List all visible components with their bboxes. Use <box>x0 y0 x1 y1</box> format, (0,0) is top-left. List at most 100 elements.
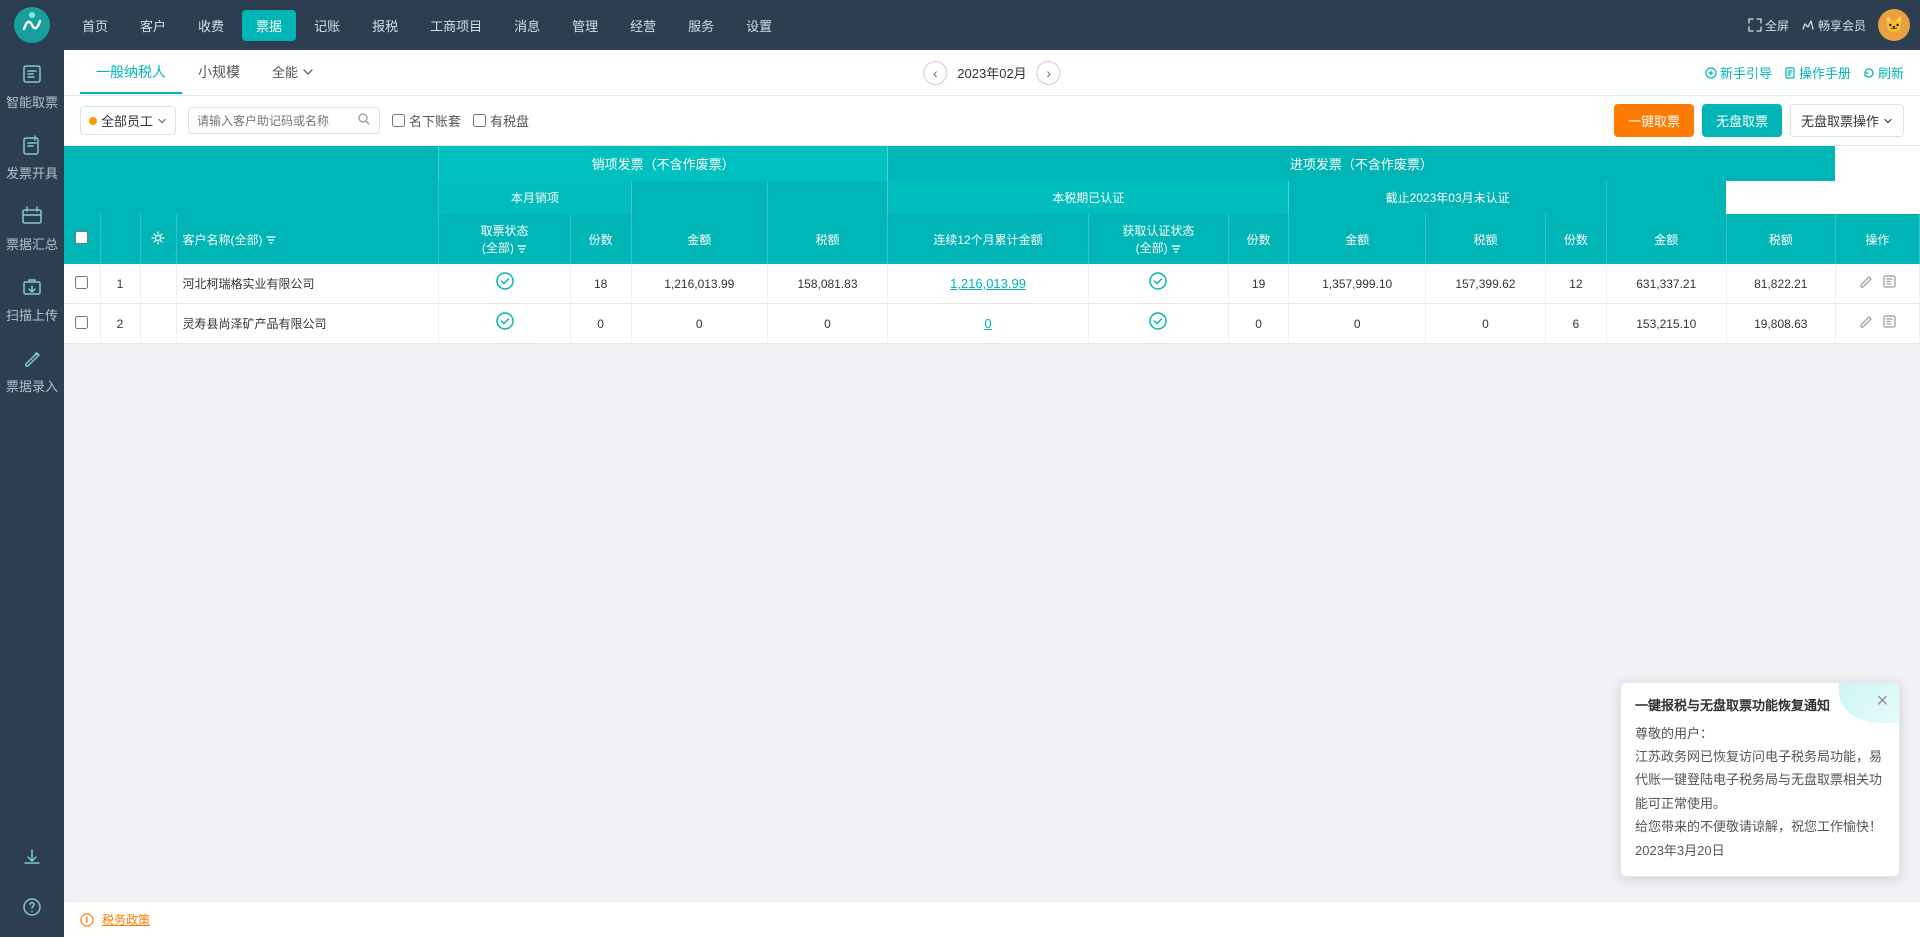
check-my-accounts-input[interactable] <box>392 114 405 127</box>
col-seq <box>100 214 140 264</box>
sidebar: 智能取票 发票开具 票据汇总 扫描上传 票据录入 <box>0 0 64 937</box>
search-input[interactable] <box>197 114 357 128</box>
nav-service[interactable]: 服务 <box>674 10 728 41</box>
row-edit-btn[interactable] <box>1858 316 1877 333</box>
top-nav: 首页 客户 收费 票据 记账 报税 工商项目 消息 管理 经营 服务 设置 全屏… <box>64 0 1920 50</box>
sidebar-download-btn[interactable] <box>12 837 52 877</box>
one-click-fetch-btn[interactable]: 一键取票 <box>1614 104 1694 137</box>
invoice-open-icon <box>18 131 46 159</box>
filter-bar: 全部员工 名下账套 有税盘 一键取票 无盘取票 无盘取票 <box>64 96 1920 146</box>
sub-empty <box>64 181 439 214</box>
popup-close-btn[interactable]: ✕ <box>1876 691 1889 711</box>
popup-line-1: 江苏政务网已恢复访问电子税务局功能，易代账一键登陆电子税务局与无盘取票相关功能可… <box>1635 745 1885 815</box>
table-column-header: 客户名称(全部) 取票状态(全部) 份数 金额 税额 连续12个月累计金额 获取… <box>64 214 1920 264</box>
group-empty <box>64 146 439 181</box>
sub-tabs: 一般纳税人 小规模 全能 ‹ 2023年02月 › 新手引导 操作手册 <box>64 50 1920 96</box>
employee-dropdown-icon <box>157 116 167 126</box>
search-button[interactable] <box>357 112 371 129</box>
settings-icon[interactable] <box>151 231 165 245</box>
row-cert-amount: 0 <box>1289 304 1425 344</box>
col-settings <box>140 214 176 264</box>
sidebar-item-scan-upload[interactable]: 扫描上传 <box>0 263 64 334</box>
tax-policy-link[interactable]: 税务政策 <box>102 911 150 928</box>
row-settings <box>140 264 176 304</box>
invoice-entry-icon <box>18 344 46 372</box>
employee-dot <box>89 117 97 125</box>
check-has-tax-disk-input[interactable] <box>473 114 486 127</box>
user-avatar[interactable]: 🐱 <box>1878 9 1910 41</box>
popup-body: 尊敬的用户： 江苏政务网已恢复访问电子税务局功能，易代账一键登陆电子税务局与无盘… <box>1635 722 1885 862</box>
row-check[interactable] <box>64 304 100 344</box>
row-cert-status <box>1089 264 1229 304</box>
sidebar-item-invoice-open[interactable]: 发票开具 <box>0 121 64 192</box>
nav-invoice[interactable]: 票据 <box>242 10 296 41</box>
tab-general[interactable]: 一般纳税人 <box>80 52 182 94</box>
sub-12month <box>631 181 767 214</box>
fetch-status-filter-icon[interactable] <box>517 244 527 254</box>
row-check[interactable] <box>64 264 100 304</box>
col-uncert-amount: 金额 <box>1606 214 1726 264</box>
table-row: 2 灵寿县尚泽矿产品有限公司 0 0 0 0 0 0 0 6 153,215.1… <box>64 304 1920 344</box>
row-cert-tax: 157,399.62 <box>1425 264 1545 304</box>
sub-uncertified: 截止2023年03月未认证 <box>1289 181 1606 214</box>
row-12month[interactable]: 0 <box>888 304 1089 344</box>
col-sale-count: 份数 <box>570 214 631 264</box>
tab-small[interactable]: 小规模 <box>182 52 256 94</box>
row-checkbox[interactable] <box>75 276 88 289</box>
row-sale-amount: 1,216,013.99 <box>631 264 767 304</box>
row-sale-count: 18 <box>570 264 631 304</box>
sidebar-item-invoice-entry[interactable]: 票据录入 <box>0 334 64 405</box>
period-next-btn[interactable]: › <box>1037 61 1061 85</box>
nav-manage[interactable]: 管理 <box>558 10 612 41</box>
nav-operation[interactable]: 经营 <box>616 10 670 41</box>
sidebar-item-invoice-summary[interactable]: 票据汇总 <box>0 192 64 263</box>
nav-customer[interactable]: 客户 <box>126 10 180 41</box>
sidebar-help-btn[interactable] <box>12 887 52 927</box>
notification-popup: ✕ 一键报税与无盘取票功能恢复通知 尊敬的用户： 江苏政务网已恢复访问电子税务局… <box>1620 682 1900 877</box>
col-uncert-count: 份数 <box>1545 214 1606 264</box>
row-fetch-status <box>439 264 570 304</box>
refresh-btn[interactable]: 刷新 <box>1863 63 1904 82</box>
row-checkbox[interactable] <box>75 316 88 329</box>
row-12month[interactable]: 1,216,013.99 <box>888 264 1089 304</box>
sidebar-item-smart-fetch[interactable]: 智能取票 <box>0 50 64 121</box>
row-uncert-count: 6 <box>1545 304 1606 344</box>
row-action <box>1835 264 1919 304</box>
no-disk-ops-btn[interactable]: 无盘取票操作 <box>1790 104 1904 137</box>
no-disk-fetch-btn[interactable]: 无盘取票 <box>1702 104 1782 137</box>
row-view-btn[interactable] <box>1882 276 1897 293</box>
nav-accounting[interactable]: 记账 <box>300 10 354 41</box>
sub-cert-status-head <box>768 181 888 214</box>
row-cert-tax: 0 <box>1425 304 1545 344</box>
select-all-checkbox[interactable] <box>75 231 88 244</box>
employee-select[interactable]: 全部员工 <box>80 106 176 135</box>
member-btn[interactable]: 畅享会员 <box>1801 17 1866 34</box>
sidebar-bottom <box>0 837 64 937</box>
tab-all[interactable]: 全能 <box>256 52 330 93</box>
fullscreen-btn[interactable]: 全屏 <box>1748 17 1789 34</box>
nav-message[interactable]: 消息 <box>500 10 554 41</box>
row-cert-count: 0 <box>1228 304 1289 344</box>
nav-tax[interactable]: 报税 <box>358 10 412 41</box>
top-nav-right: 全屏 畅享会员 🐱 <box>1748 9 1910 41</box>
row-sale-tax: 158,081.83 <box>768 264 888 304</box>
nav-settings[interactable]: 设置 <box>732 10 786 41</box>
nav-home[interactable]: 首页 <box>68 10 122 41</box>
row-uncert-tax: 19,808.63 <box>1726 304 1835 344</box>
col-cert-status: 获取认证状态(全部) <box>1089 214 1229 264</box>
check-has-tax-disk[interactable]: 有税盘 <box>473 111 529 130</box>
period-prev-btn[interactable]: ‹ <box>923 61 947 85</box>
col-12month: 连续12个月累计金额 <box>888 214 1089 264</box>
tax-policy-icon <box>80 913 94 927</box>
row-cert-status <box>1089 304 1229 344</box>
nav-business[interactable]: 工商项目 <box>416 10 496 41</box>
new-guide-btn[interactable]: 新手引导 <box>1705 63 1772 82</box>
row-edit-btn[interactable] <box>1858 276 1877 293</box>
cert-status-filter-icon[interactable] <box>1171 244 1181 254</box>
row-view-btn[interactable] <box>1882 316 1897 333</box>
filter-actions: 一键取票 无盘取票 无盘取票操作 <box>1614 104 1904 137</box>
nav-billing[interactable]: 收费 <box>184 10 238 41</box>
check-my-accounts[interactable]: 名下账套 <box>392 111 461 130</box>
customer-filter-icon[interactable] <box>266 235 276 245</box>
manual-btn[interactable]: 操作手册 <box>1784 63 1851 82</box>
